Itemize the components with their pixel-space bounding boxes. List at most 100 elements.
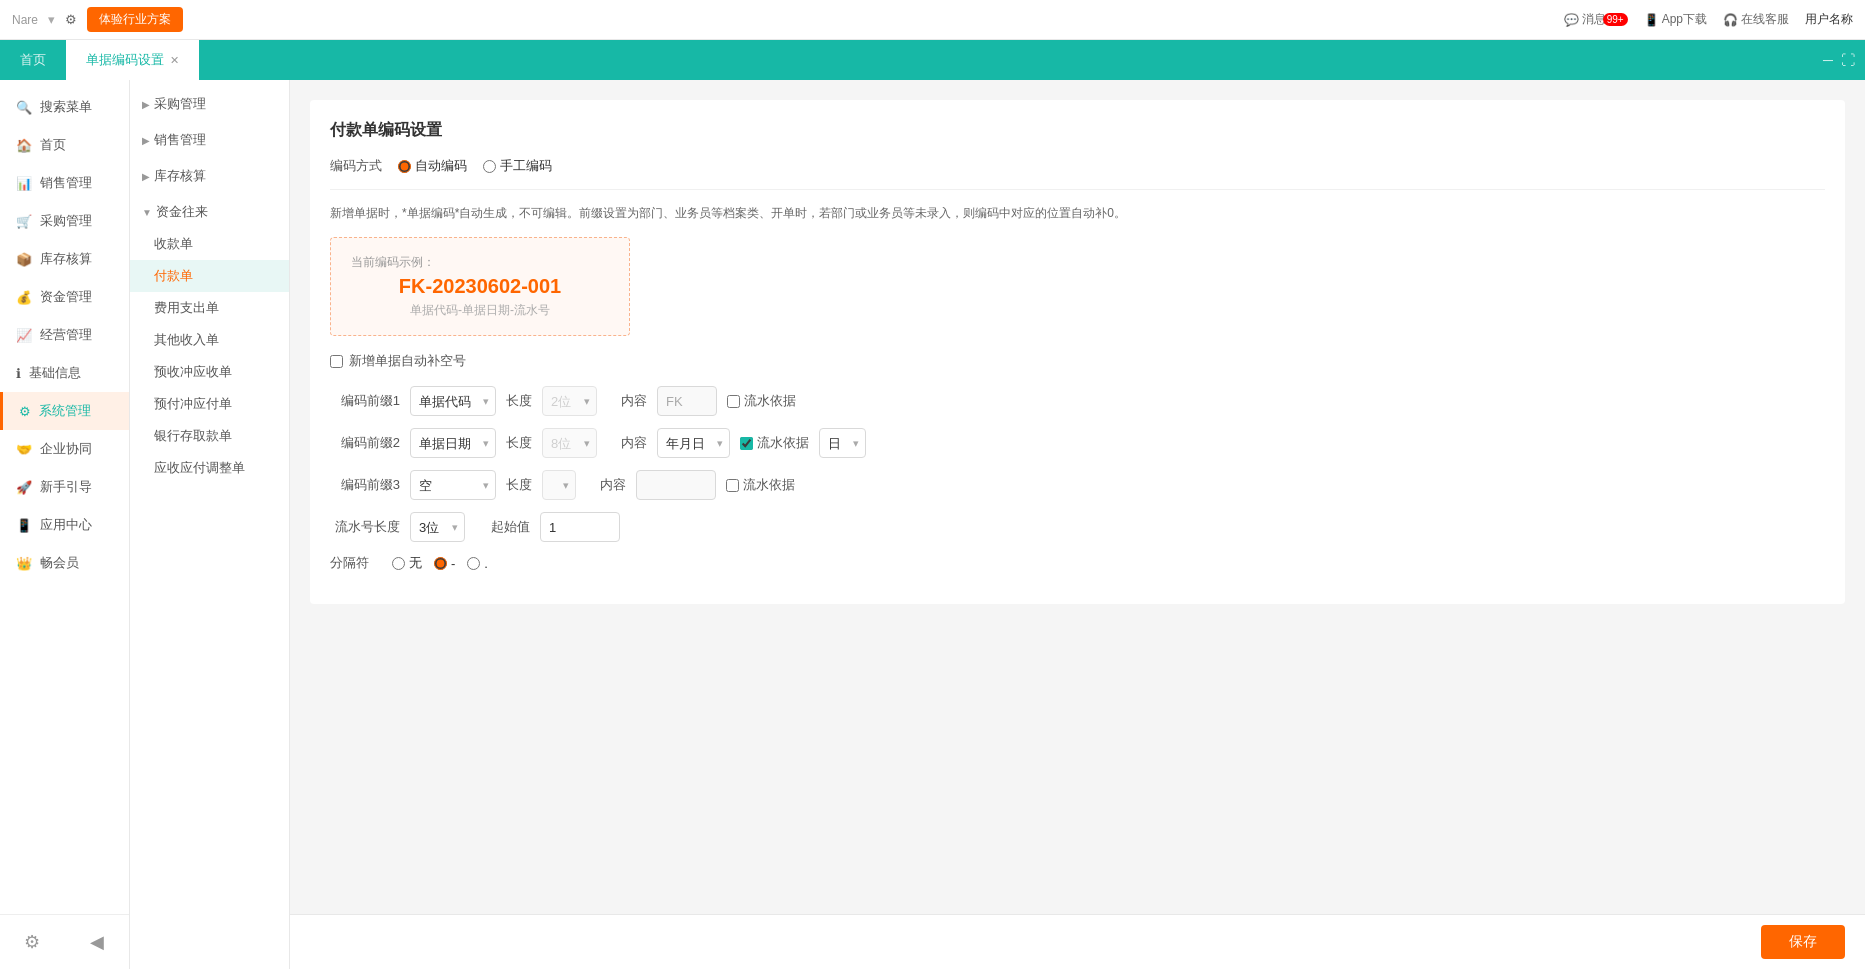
- sidebar2-item-prepay-payable[interactable]: 预付冲应付单: [130, 388, 289, 420]
- tab-close-icon[interactable]: ✕: [170, 54, 179, 67]
- page-title: 付款单编码设置: [330, 120, 1825, 141]
- second-sidebar: ▶ 采购管理 ▶ 销售管理 ▶ 库存核算 ▼ 资金往来 收款单 付款单 费用支出…: [130, 80, 290, 969]
- prefix1-length-label: 长度: [506, 392, 532, 410]
- sidebar2-item-payment[interactable]: 付款单: [130, 260, 289, 292]
- sep-dash-input[interactable]: [434, 557, 447, 570]
- sidebar-item-purchase[interactable]: 🛒 采购管理: [0, 202, 129, 240]
- sidebar2-item-adjust[interactable]: 应收应付调整单: [130, 452, 289, 484]
- sidebar2-item-expense[interactable]: 费用支出单: [130, 292, 289, 324]
- save-button[interactable]: 保存: [1761, 925, 1845, 959]
- sidebar-item-guide[interactable]: 🚀 新手引导: [0, 468, 129, 506]
- tab-encoding[interactable]: 单据编码设置 ✕: [66, 40, 199, 80]
- brand-logo: Nare: [12, 13, 38, 27]
- auto-fill-row[interactable]: 新增单据自动补空号: [330, 352, 1825, 370]
- bottom-settings-btn[interactable]: ⚙: [0, 925, 65, 959]
- download-action[interactable]: 📱 App下载: [1644, 11, 1707, 28]
- prefix2-serial-input[interactable]: [740, 437, 753, 450]
- sidebar-business-label: 经营管理: [40, 326, 92, 344]
- sidebar2-item-receipt[interactable]: 收款单: [130, 228, 289, 260]
- sep-dot-input[interactable]: [467, 557, 480, 570]
- prefix3-serial-input[interactable]: [726, 479, 739, 492]
- sidebar2-fund-title[interactable]: ▼ 资金往来: [130, 196, 289, 228]
- sidebar2-item-prepay-receive[interactable]: 预收冲应收单: [130, 356, 289, 388]
- prefix3-serial-check[interactable]: 流水依据: [726, 476, 795, 494]
- prefix2-content-select[interactable]: 年月日 年月 年: [657, 428, 730, 458]
- prefix3-select-wrap[interactable]: 空 单据代码 单据日期: [410, 470, 496, 500]
- sidebar-item-sales[interactable]: 📊 销售管理: [0, 164, 129, 202]
- prefix1-serial-check[interactable]: 流水依据: [727, 392, 796, 410]
- service-action[interactable]: 🎧 在线客服: [1723, 11, 1789, 28]
- sidebar-item-enterprise[interactable]: 🤝 企业协同: [0, 430, 129, 468]
- sidebar2-item-income[interactable]: 其他收入单: [130, 324, 289, 356]
- trial-button[interactable]: 体验行业方案: [87, 7, 183, 32]
- sep-dash-radio[interactable]: -: [434, 556, 455, 571]
- message-action[interactable]: 💬 消息 99+: [1564, 11, 1628, 28]
- sidebar2-sales-title[interactable]: ▶ 销售管理: [130, 124, 289, 156]
- manual-code-input[interactable]: [483, 160, 496, 173]
- sidebar-item-system[interactable]: ⚙ 系统管理: [0, 392, 129, 430]
- manual-code-radio[interactable]: 手工编码: [483, 157, 552, 175]
- prefix3-length-label: 长度: [506, 476, 532, 494]
- sep-none-radio[interactable]: 无: [392, 554, 422, 572]
- prefix2-content-select-wrap[interactable]: 年月日 年月 年: [657, 428, 730, 458]
- start-value-input[interactable]: [540, 512, 620, 542]
- main-card: 付款单编码设置 编码方式 自动编码 手工编码: [310, 100, 1845, 604]
- prefix1-content-label: 内容: [607, 392, 647, 410]
- prefix1-select[interactable]: 单据代码 单据日期 空: [410, 386, 496, 416]
- basic-icon: ℹ: [16, 366, 21, 381]
- auto-fill-checkbox[interactable]: [330, 355, 343, 368]
- sidebar-item-member[interactable]: 👑 畅会员: [0, 544, 129, 582]
- home-icon: 🏠: [16, 138, 32, 153]
- serial-length-row: 流水号长度 3位 4位 5位 6位 起始值: [330, 512, 1825, 542]
- serial-length-select[interactable]: 3位 4位 5位 6位: [410, 512, 465, 542]
- sidebar-sales-label: 销售管理: [40, 174, 92, 192]
- sidebar2-group-fund: ▼ 资金往来 收款单 付款单 费用支出单 其他收入单 预收冲应收单 预付冲应付单…: [130, 196, 289, 484]
- search-icon: 🔍: [16, 100, 32, 115]
- settings-icon[interactable]: ⚙: [65, 12, 77, 27]
- sidebar-item-inventory[interactable]: 📦 库存核算: [0, 240, 129, 278]
- sidebar-inventory-label: 库存核算: [40, 250, 92, 268]
- prefix2-select-wrap[interactable]: 单据代码 单据日期 空: [410, 428, 496, 458]
- serial-length-select-wrap[interactable]: 3位 4位 5位 6位: [410, 512, 465, 542]
- arrow-icon: ▶: [142, 99, 150, 110]
- sidebar-item-basic[interactable]: ℹ 基础信息: [0, 354, 129, 392]
- sidebar-finance-label: 资金管理: [40, 288, 92, 306]
- dropdown-icon[interactable]: ▾: [48, 12, 55, 27]
- prefix3-serial-label: 流水依据: [743, 476, 795, 494]
- auto-code-input[interactable]: [398, 160, 411, 173]
- sep-dot-radio[interactable]: .: [467, 556, 488, 571]
- auto-code-radio[interactable]: 自动编码: [398, 157, 467, 175]
- prefix1-select-wrap[interactable]: 单据代码 单据日期 空: [410, 386, 496, 416]
- sidebar2-item-bank[interactable]: 银行存取款单: [130, 420, 289, 452]
- start-value-label: 起始值: [491, 518, 530, 536]
- prefix2-label: 编码前缀2: [330, 434, 400, 452]
- prefix3-select[interactable]: 空 单据代码 单据日期: [410, 470, 496, 500]
- user-info[interactable]: 用户名称: [1805, 11, 1853, 28]
- prefix2-length-label: 长度: [506, 434, 532, 452]
- sidebar2-purchase-title[interactable]: ▶ 采购管理: [130, 88, 289, 120]
- sidebar2-inventory-title[interactable]: ▶ 库存核算: [130, 160, 289, 192]
- nav-maximize-btn[interactable]: ⛶: [1841, 52, 1855, 68]
- prefix1-serial-input[interactable]: [727, 395, 740, 408]
- prefix3-content-label: 内容: [586, 476, 626, 494]
- bottom-collapse-btn[interactable]: ◀: [65, 925, 130, 959]
- sidebar-item-finance[interactable]: 💰 资金管理: [0, 278, 129, 316]
- tab-home[interactable]: 首页: [0, 40, 66, 80]
- sidebar2-sales-label: 销售管理: [154, 131, 206, 149]
- sidebar-item-business[interactable]: 📈 经营管理: [0, 316, 129, 354]
- business-icon: 📈: [16, 328, 32, 343]
- sep-dash-label: -: [451, 556, 455, 571]
- prefix2-select[interactable]: 单据代码 单据日期 空: [410, 428, 496, 458]
- coding-method-row: 编码方式 自动编码 手工编码: [330, 157, 1825, 190]
- sidebar-item-apps[interactable]: 📱 应用中心: [0, 506, 129, 544]
- prefix2-content-label: 内容: [607, 434, 647, 452]
- manual-code-label: 手工编码: [500, 157, 552, 175]
- prefix2-unit-wrap[interactable]: 日 月 年: [819, 428, 866, 458]
- sidebar-item-search[interactable]: 🔍 搜索菜单: [0, 88, 129, 126]
- sep-none-input[interactable]: [392, 557, 405, 570]
- prefix2-serial-check[interactable]: 流水依据: [740, 434, 809, 452]
- prefix2-unit-select[interactable]: 日 月 年: [819, 428, 866, 458]
- sidebar-item-home[interactable]: 🏠 首页: [0, 126, 129, 164]
- nav-minimize-btn[interactable]: ─: [1823, 52, 1833, 68]
- sidebar-apps-label: 应用中心: [40, 516, 92, 534]
